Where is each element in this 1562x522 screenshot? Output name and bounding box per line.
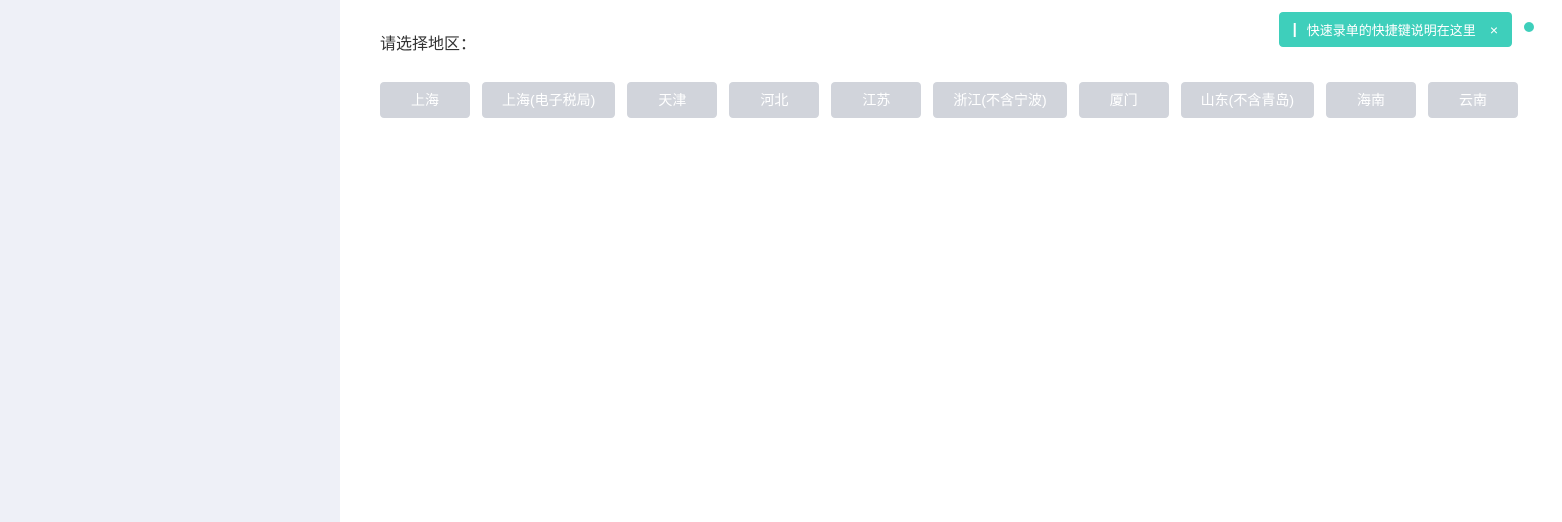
- region-button[interactable]: 江苏: [831, 82, 921, 118]
- tooltip-close-button[interactable]: ×: [1490, 22, 1498, 38]
- region-button[interactable]: 浙江(不含宁波): [933, 82, 1066, 118]
- region-button[interactable]: 上海: [380, 82, 470, 118]
- tooltip-text: 快速录单的快捷键说明在这里: [1307, 20, 1476, 39]
- region-button[interactable]: 云南: [1428, 82, 1518, 118]
- tooltip-banner: 快速录单的快捷键说明在这里 ×: [1279, 12, 1512, 47]
- region-button[interactable]: 天津: [627, 82, 717, 118]
- region-button[interactable]: 山东(不含青岛): [1181, 82, 1314, 118]
- sidebar: [0, 0, 340, 522]
- region-button[interactable]: 海南: [1326, 82, 1416, 118]
- tooltip-dot: [1524, 22, 1534, 32]
- main-content: 请选择地区： 上海上海(电子税局)天津河北江苏浙江(不含宁波)厦门山东(不含青岛…: [340, 0, 1562, 522]
- region-button[interactable]: 河北: [729, 82, 819, 118]
- region-button[interactable]: 厦门: [1079, 82, 1169, 118]
- region-button[interactable]: 上海(电子税局): [482, 82, 615, 118]
- region-button-group: 上海上海(电子税局) 天津河北江苏浙江(不含宁波) 厦门山东(不含青岛) 海南云南: [380, 82, 1522, 118]
